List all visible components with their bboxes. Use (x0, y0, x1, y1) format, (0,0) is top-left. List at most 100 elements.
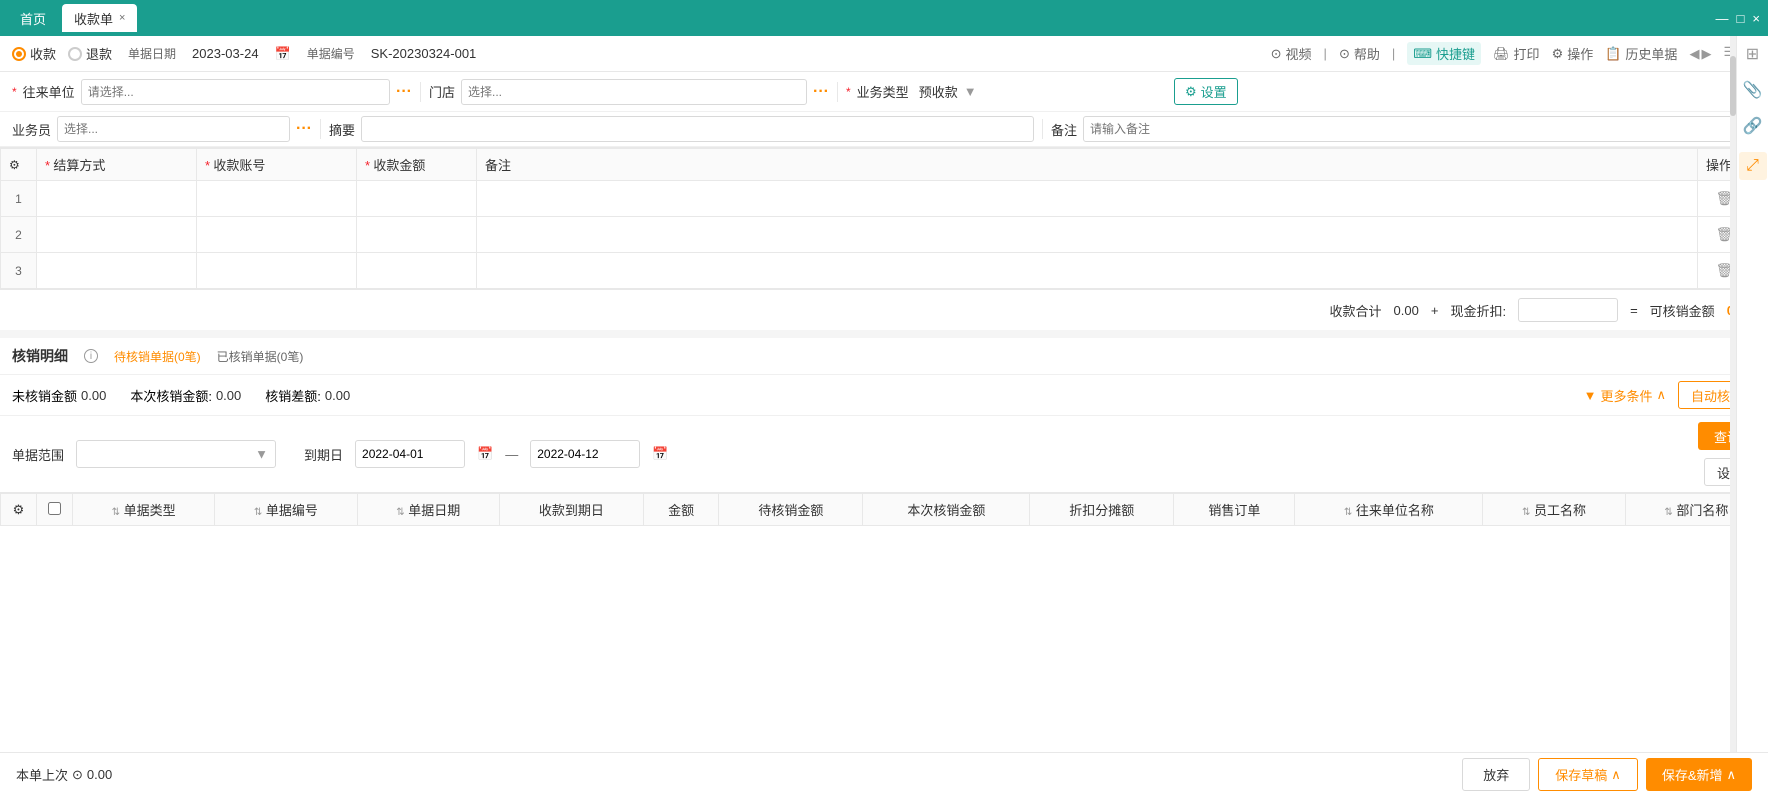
biztype-label: 业务类型 (857, 82, 909, 101)
cell-note-2[interactable] (477, 217, 1698, 253)
bottom-col-checkbox[interactable] (37, 494, 73, 526)
save-new-button[interactable]: 保存&新增 ∧ (1646, 758, 1752, 791)
cell-settlement-2[interactable] (37, 217, 197, 253)
verify-info-icon[interactable]: i (84, 349, 98, 363)
btn-operate[interactable]: ⚙ 操作 (1552, 44, 1594, 63)
table-gear-col[interactable]: ⚙ (1, 149, 37, 181)
note-input-2[interactable] (477, 217, 1697, 252)
remark-input[interactable] (1083, 116, 1756, 142)
settlement-input-3[interactable] (37, 253, 196, 288)
filter-icon: ▼ (1584, 388, 1597, 403)
due-label: 到期日 (304, 445, 343, 464)
cell-amount-2[interactable] (357, 217, 477, 253)
bottom-col-amount: 金额 (643, 494, 719, 526)
customer-input[interactable] (81, 79, 390, 105)
sidebar-expand-icon[interactable]: ⤢ (1739, 152, 1767, 180)
amount-input-2[interactable] (357, 217, 476, 252)
nav-left-icon[interactable]: ◀ (1689, 46, 1699, 62)
amount-input-1[interactable] (357, 181, 476, 216)
select-all-checkbox[interactable] (48, 502, 61, 515)
customer-label: 往来单位 (23, 82, 75, 101)
btn-print[interactable]: 🖨 打印 (1493, 44, 1540, 63)
cell-amount-3[interactable] (357, 253, 477, 289)
sidebar-link-icon[interactable]: 🔗 (1743, 116, 1763, 136)
sidebar-attachment-icon[interactable]: 📎 (1743, 80, 1763, 100)
window-controls: — □ × (1716, 11, 1760, 26)
footer-buttons: 放弃 保存草稿 ∧ 保存&新增 ∧ (1462, 758, 1752, 791)
amount-input-3[interactable] (357, 253, 476, 288)
btn-shortcut[interactable]: ⌨ 快捷键 (1407, 42, 1481, 65)
field-customer: * 往来单位 ··· (12, 79, 412, 105)
cell-account-2[interactable] (197, 217, 357, 253)
calendar-icon[interactable]: 📅 (275, 46, 291, 62)
radio-tuidan[interactable]: 退款 (68, 44, 112, 63)
discard-button[interactable]: 放弃 (1462, 758, 1530, 791)
tab-home[interactable]: 首页 (8, 4, 58, 32)
more-conditions-btn[interactable]: ▼ 更多条件 ∧ (1584, 386, 1666, 405)
sidebar-table-icon[interactable]: ⊞ (1746, 44, 1759, 64)
video-icon: ⊙ (1271, 46, 1282, 62)
col-note: 备注 (477, 149, 1698, 181)
btn-video[interactable]: ⊙ 视频 (1271, 44, 1312, 63)
bottom-col-gear[interactable]: ⚙ (1, 494, 37, 526)
settlement-input-1[interactable] (37, 181, 196, 216)
discount-input[interactable] (1518, 298, 1618, 322)
date-from-input[interactable] (355, 440, 465, 468)
salesperson-input[interactable] (57, 116, 290, 142)
cell-account-1[interactable] (197, 181, 357, 217)
field-remark: 备注 (1051, 116, 1756, 142)
radio-shoukuan-circle (12, 47, 26, 61)
note-input-3[interactable] (477, 253, 1697, 288)
scrollbar-thumb[interactable] (1730, 56, 1736, 116)
note-input-1[interactable] (477, 181, 1697, 216)
save-draft-button[interactable]: 保存草稿 ∧ (1538, 758, 1638, 791)
range-select[interactable] (76, 440, 276, 468)
field-salesperson: 业务员 ··· (12, 116, 312, 142)
nav-right-icon[interactable]: ▶ (1701, 46, 1711, 62)
verify-header: 核销明细 i 待核销单据(0笔) 已核销单据(0笔) (0, 338, 1768, 375)
radio-tuidan-circle (68, 47, 82, 61)
summary-input[interactable] (361, 116, 1034, 142)
radio-shoukuan[interactable]: 收款 (12, 44, 56, 63)
cal-to-icon[interactable]: 📅 (652, 446, 668, 462)
tab-close-icon[interactable]: × (119, 12, 125, 24)
window-minimize-icon[interactable]: — (1716, 11, 1729, 26)
form-row-1: * 往来单位 ··· 门店 ··· * 业务类型 预收款 ▼ ⚙ 设置 (0, 72, 1768, 112)
scrollbar[interactable] (1730, 36, 1736, 752)
settlement-input-2[interactable] (37, 217, 196, 252)
cell-settlement-3[interactable] (37, 253, 197, 289)
store-more-btn[interactable]: ··· (813, 83, 829, 101)
btn-help[interactable]: ⊙ 帮助 (1339, 44, 1380, 63)
cell-note-3[interactable] (477, 253, 1698, 289)
store-input[interactable] (461, 79, 807, 105)
cal-from-icon[interactable]: 📅 (477, 446, 493, 462)
window-maximize-icon[interactable]: □ (1737, 11, 1745, 26)
remark-label: 备注 (1051, 120, 1077, 139)
tab-done[interactable]: 已核销单据(0笔) (217, 348, 304, 365)
tab-receipt[interactable]: 收款单 × (62, 4, 137, 32)
diff-label: 核销差额: (265, 386, 321, 405)
account-input-3[interactable] (197, 253, 356, 288)
save-new-label: 保存&新增 (1662, 765, 1723, 784)
btn-history[interactable]: 📋 历史单据 (1605, 44, 1677, 63)
biztype-value: 预收款 (919, 82, 958, 101)
cell-account-3[interactable] (197, 253, 357, 289)
salesperson-more-btn[interactable]: ··· (296, 120, 312, 138)
account-input-1[interactable] (197, 181, 356, 216)
customer-more-btn[interactable]: ··· (396, 83, 412, 101)
settlement-required: * (45, 158, 50, 173)
account-input-2[interactable] (197, 217, 356, 252)
tab-pending[interactable]: 待核销单据(0笔) (114, 348, 201, 365)
cell-amount-1[interactable] (357, 181, 477, 217)
date-value: 2023-03-24 (192, 46, 259, 61)
cell-note-1[interactable] (477, 181, 1698, 217)
settings-button[interactable]: ⚙ 设置 (1174, 78, 1238, 105)
window-close-icon[interactable]: × (1752, 11, 1760, 26)
summary-label: 摘要 (329, 120, 355, 139)
biztype-dropdown-icon[interactable]: ▼ (964, 84, 977, 99)
account-required: * (205, 158, 210, 173)
salesperson-label: 业务员 (12, 120, 51, 139)
cell-settlement-1[interactable] (37, 181, 197, 217)
verify-title: 核销明细 (12, 346, 68, 366)
date-to-input[interactable] (530, 440, 640, 468)
